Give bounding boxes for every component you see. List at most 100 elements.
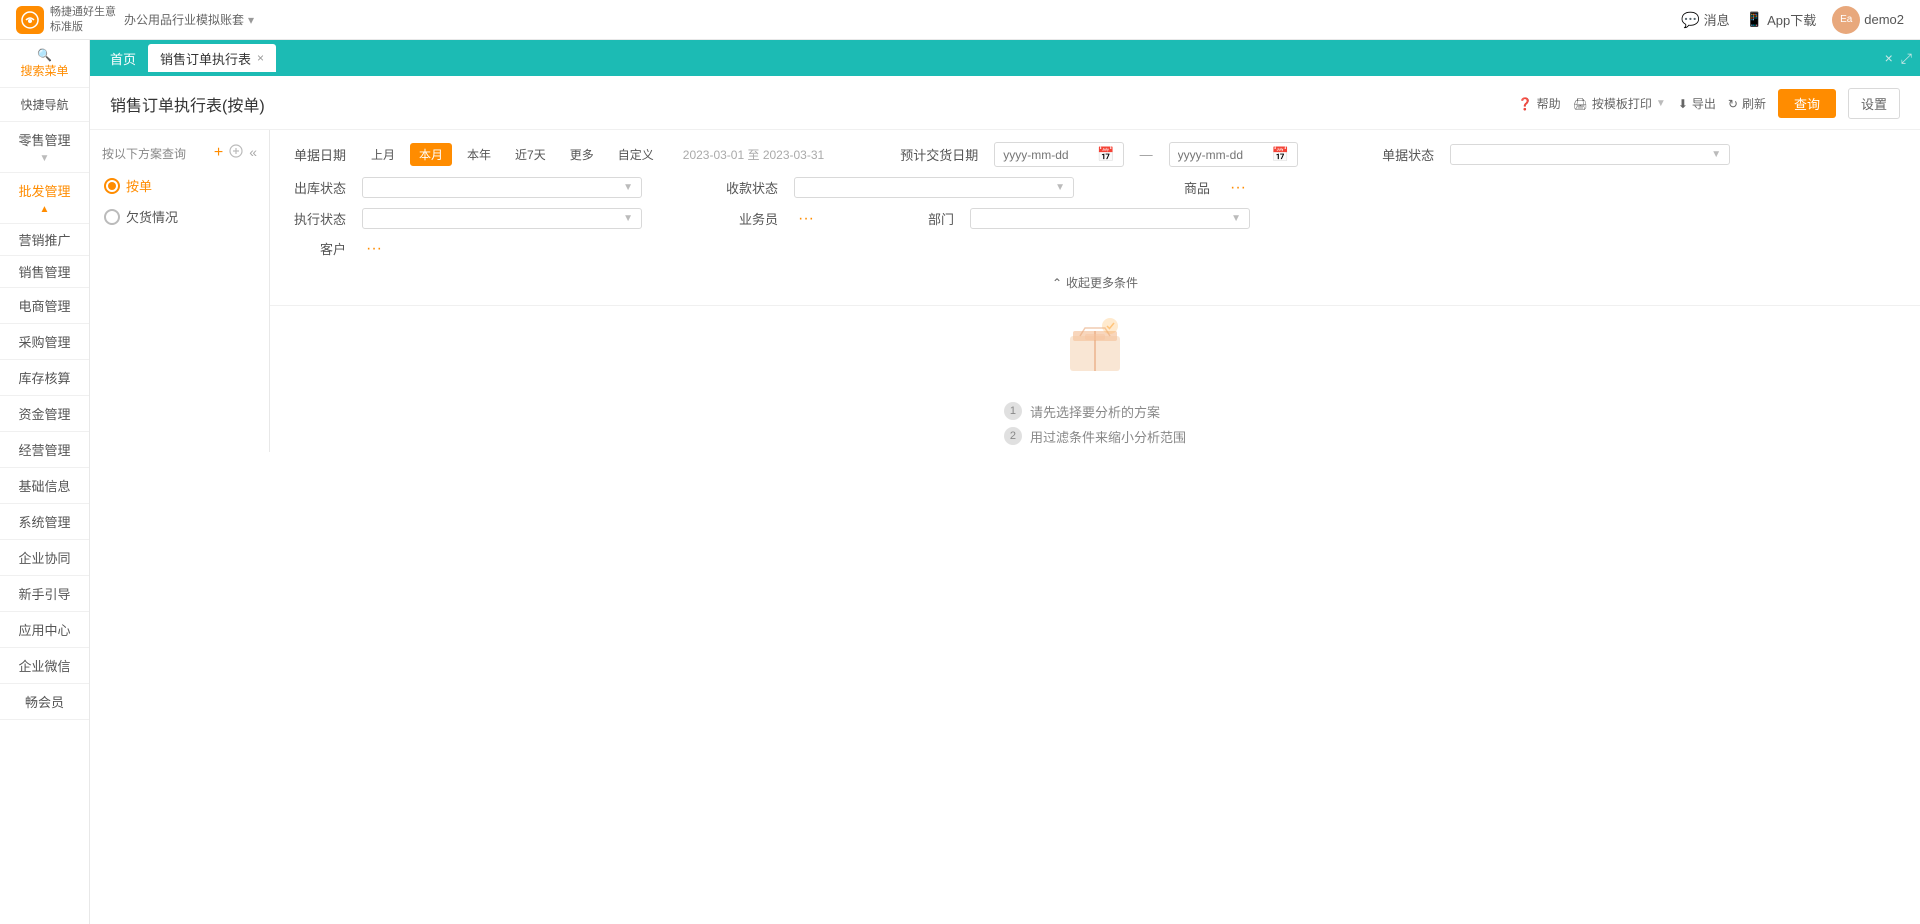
add-scheme-button[interactable]: + [214,144,223,162]
status-select[interactable]: ▼ [1450,144,1730,165]
content-area: 首页 销售订单执行表 × × ⤢ 销售订单执行表(按单) ❓ [90,40,1920,924]
left-panel-header: 按以下方案查询 + « [90,140,269,170]
logo-text: 畅捷通好生意 标准版 [50,5,116,34]
calendar-icon-end: 📅 [1272,146,1289,163]
customer-more-button[interactable]: ··· [362,240,386,258]
expected-date-start-field[interactable] [1003,148,1093,162]
phone-icon: 📱 [1746,11,1763,28]
page-content: 销售订单执行表(按单) ❓ 帮助 🖨 按模板打印 ▼ ⬇ [90,76,1920,924]
warehouse-label: 出库状态 [286,178,346,197]
status-label: 单据状态 [1374,145,1434,164]
app-download-button[interactable]: 📱 App下载 [1746,10,1817,29]
message-icon: 💬 [1681,11,1700,29]
tab-home[interactable]: 首页 [98,44,148,72]
empty-illustration [1004,306,1186,386]
payment-select[interactable]: ▼ [794,177,1074,198]
sidebar-item-member[interactable]: 畅会员 [0,684,89,720]
payment-select-arrow-icon: ▼ [1055,182,1065,193]
query-button[interactable]: 查询 [1778,89,1836,118]
sidebar-item-search[interactable]: 🔍 搜索菜单 [0,40,89,88]
empty-state: 1 请先选择要分析的方案 2 用过滤条件来缩小分析范围 [1004,306,1186,452]
collapse-button[interactable]: ⌃ 收起更多条件 [286,268,1904,297]
expected-date-start-input[interactable]: 📅 [994,142,1123,167]
window-close-button[interactable]: × [1885,50,1893,66]
status-select-arrow-icon: ▼ [1711,149,1721,160]
tab-close-icon[interactable]: × [257,51,264,65]
top-bar-right: 💬 消息 📱 App下载 Ea demo2 [1681,6,1904,34]
dept-select[interactable]: ▼ [970,208,1250,229]
help-icon: ❓ [1518,97,1533,111]
sidebar-item-wechat[interactable]: 企业微信 [0,648,89,684]
right-panel: 单据日期 上月 本月 本年 近7天 更多 自定义 2023-03-01 至 20… [270,130,1920,452]
sidebar: 🔍 搜索菜单 快捷导航 零售管理 ▼ 批发管理 ▲ 营销推广 销售管理 电商管理… [0,40,90,924]
sidebar-item-operations[interactable]: 经营管理 [0,432,89,468]
salesman-more-button[interactable]: ··· [794,210,818,228]
sidebar-item-inventory[interactable]: 库存核算 [0,360,89,396]
main-layout: 🔍 搜索菜单 快捷导航 零售管理 ▼ 批发管理 ▲ 营销推广 销售管理 电商管理… [0,40,1920,924]
sidebar-item-basic-info[interactable]: 基础信息 [0,468,89,504]
breadcrumb-text: 办公用品行业模拟账套 [124,11,244,28]
salesman-label: 业务员 [718,209,778,228]
logo-icon [16,6,44,34]
scheme-item-shortage[interactable]: 欠货情况 [90,201,269,232]
message-button[interactable]: 💬 消息 [1681,10,1730,29]
tab-sales-order[interactable]: 销售订单执行表 × [148,44,276,72]
left-panel: 按以下方案查询 + « [90,130,270,452]
date-btn-last-month[interactable]: 上月 [362,143,404,166]
step-num-1: 1 [1004,402,1022,420]
left-panel-icons: + « [214,144,257,162]
scheme-item-order[interactable]: 按单 [90,170,269,201]
date-btn-this-year[interactable]: 本年 [458,143,500,166]
sidebar-item-ecommerce[interactable]: 电商管理 [0,288,89,324]
empty-steps: 1 请先选择要分析的方案 2 用过滤条件来缩小分析范围 [1004,402,1186,446]
collapse-panel-button[interactable]: « [249,144,257,162]
sidebar-item-purchase[interactable]: 采购管理 [0,324,89,360]
sidebar-item-system[interactable]: 系统管理 [0,504,89,540]
sidebar-item-finance[interactable]: 资金管理 [0,396,89,432]
help-button[interactable]: ❓ 帮助 [1518,95,1561,112]
sidebar-item-marketing[interactable]: 营销推广 [0,224,89,256]
warehouse-select-arrow-icon: ▼ [623,182,633,193]
filter-row-date: 单据日期 上月 本月 本年 近7天 更多 自定义 2023-03-01 至 20… [286,142,1904,167]
date-btn-custom[interactable]: 自定义 [609,143,663,166]
page-actions: ❓ 帮助 🖨 按模板打印 ▼ ⬇ 导出 ↻ [1518,88,1900,119]
sidebar-item-wholesale[interactable]: 批发管理 ▲ [0,173,89,224]
sidebar-item-enterprise[interactable]: 企业协同 [0,540,89,576]
expected-date-end-input[interactable]: 📅 [1169,142,1298,167]
date-btn-more[interactable]: 更多 [561,143,603,166]
tab-maximize-area: × ⤢ [1885,50,1912,67]
logo-area: 畅捷通好生意 标准版 [16,5,116,34]
print-button[interactable]: 🖨 按模板打印 ▼ [1573,95,1666,112]
date-btn-7days[interactable]: 近7天 [506,143,555,166]
search-icon: 🔍 [4,48,85,62]
top-bar-left: 畅捷通好生意 标准版 办公用品行业模拟账套 ▾ [16,5,254,34]
payment-label: 收款状态 [718,178,778,197]
goods-more-button[interactable]: ··· [1226,179,1250,197]
avatar: Ea [1832,6,1860,34]
filter-area: 单据日期 上月 本月 本年 近7天 更多 自定义 2023-03-01 至 20… [270,130,1920,306]
breadcrumb-arrow-icon[interactable]: ▾ [248,13,254,27]
date-btn-this-month[interactable]: 本月 [410,143,452,166]
export-button[interactable]: ⬇ 导出 [1678,95,1716,112]
page-header: 销售订单执行表(按单) ❓ 帮助 🖨 按模板打印 ▼ ⬇ [90,76,1920,130]
settings-button[interactable]: 设置 [1848,88,1900,119]
wholesale-expand-icon: ▲ [40,204,50,215]
sidebar-item-newbie[interactable]: 新手引导 [0,576,89,612]
window-maximize-button[interactable]: ⤢ [1901,50,1912,67]
edit-scheme-button[interactable] [229,144,243,162]
sidebar-item-app-center[interactable]: 应用中心 [0,612,89,648]
expected-date-label: 预计交货日期 [900,145,978,164]
scheme-inactive-circle [104,209,120,225]
warehouse-select[interactable]: ▼ [362,177,642,198]
sidebar-item-sales[interactable]: 销售管理 [0,256,89,288]
print-icon: 🖨 [1573,97,1588,111]
date-quick-buttons: 上月 本月 本年 近7天 更多 自定义 [362,143,663,166]
scheme-active-dot-inner [108,182,116,190]
refresh-button[interactable]: ↻ 刷新 [1728,95,1766,112]
execution-select[interactable]: ▼ [362,208,642,229]
sidebar-item-quick-nav[interactable]: 快捷导航 [0,88,89,122]
sidebar-item-retail[interactable]: 零售管理 ▼ [0,122,89,173]
date-label: 单据日期 [286,145,346,164]
expected-date-end-field[interactable] [1178,148,1268,162]
user-menu[interactable]: Ea demo2 [1832,6,1904,34]
